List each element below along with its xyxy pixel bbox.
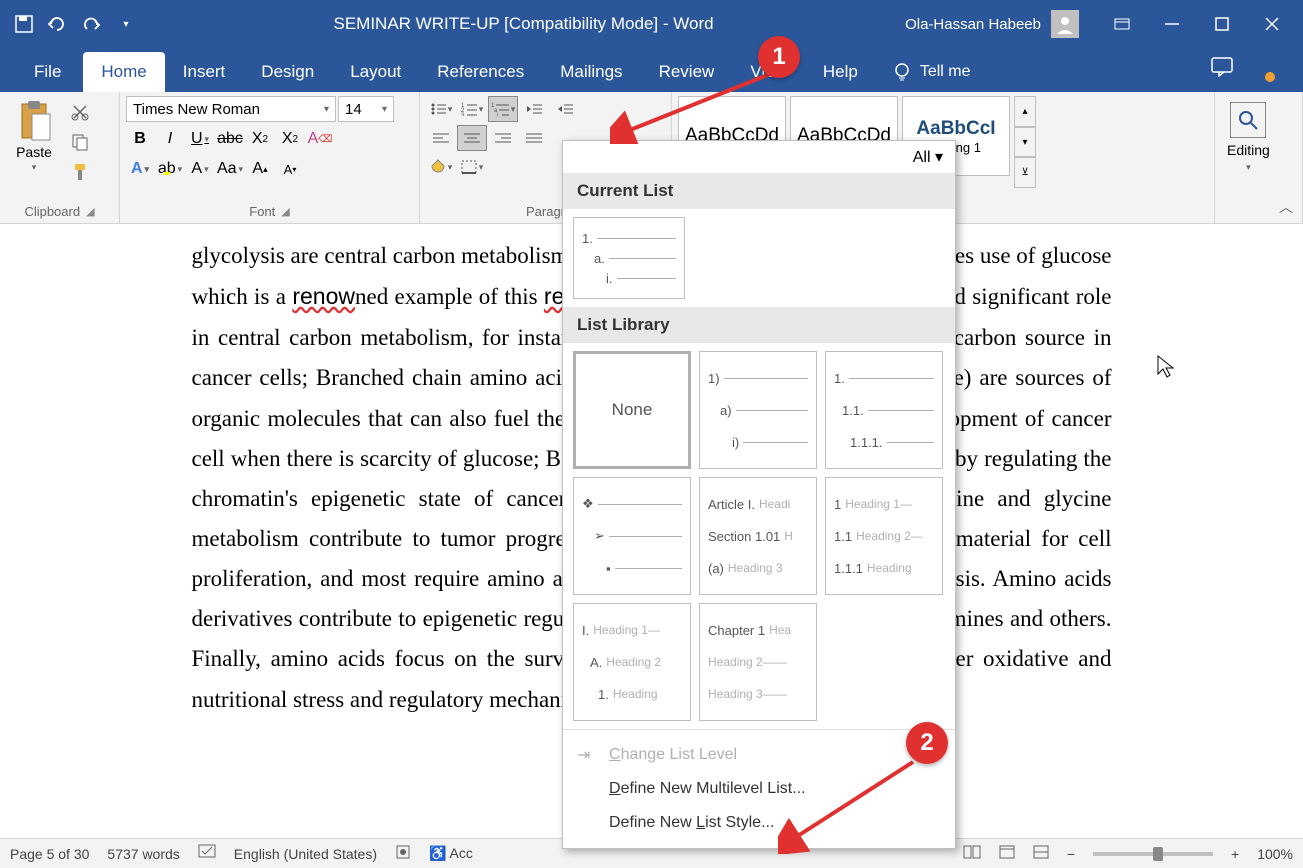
list-decimal[interactable]: 1. 1.1. 1.1.1.	[825, 351, 943, 469]
zoom-in-button[interactable]: +	[1231, 846, 1239, 862]
undo-button[interactable]	[42, 8, 74, 40]
align-right-button[interactable]	[488, 125, 518, 151]
annotation-arrow-2	[778, 754, 928, 854]
align-left-button[interactable]	[426, 125, 456, 151]
tab-design[interactable]: Design	[243, 52, 332, 92]
page-indicator[interactable]: Page 5 of 30	[10, 846, 89, 862]
list-chapter[interactable]: Chapter 1 Hea Heading 2—— Heading 3——	[699, 603, 817, 721]
justify-button[interactable]	[519, 125, 549, 151]
lightbulb-icon	[892, 62, 912, 82]
superscript-button[interactable]: X2	[276, 126, 304, 152]
collapse-ribbon-button[interactable]: ︿	[1279, 197, 1293, 217]
tab-help[interactable]: Help	[805, 52, 876, 92]
change-case-button[interactable]: Aa	[216, 156, 244, 182]
list-none[interactable]: None	[573, 351, 691, 469]
svg-text:3: 3	[461, 113, 465, 116]
ribbon-display-icon[interactable]	[1099, 8, 1145, 40]
editing-button[interactable]: Editing ▾	[1221, 96, 1276, 221]
annotation-badge-2: 2	[906, 722, 948, 764]
font-launcher[interactable]: ◢	[281, 205, 289, 218]
view-print-icon[interactable]	[999, 845, 1015, 862]
tab-references[interactable]: References	[419, 52, 542, 92]
title-bar: ▾ SEMINAR WRITE-UP [Compatibility Mode] …	[0, 0, 1303, 48]
qat-customize[interactable]: ▾	[110, 8, 142, 40]
list-bullets[interactable]: ❖ ➢ ▪	[573, 477, 691, 595]
styles-scroll-down[interactable]: ▾	[1014, 127, 1036, 158]
spellcheck-icon[interactable]	[198, 844, 216, 863]
strikethrough-button[interactable]: abc	[216, 126, 244, 152]
current-list-item[interactable]: 1. a. i.	[573, 217, 685, 299]
align-center-button[interactable]	[457, 125, 487, 151]
tab-home[interactable]: Home	[83, 52, 164, 92]
numbering-button[interactable]: 123	[457, 96, 487, 122]
comments-icon[interactable]	[1195, 47, 1249, 92]
font-color-button[interactable]: A	[186, 156, 214, 182]
save-icon[interactable]	[8, 8, 40, 40]
tab-file[interactable]: File	[12, 52, 83, 92]
search-icon	[1230, 102, 1266, 138]
pending-indicator	[1249, 62, 1291, 92]
shrink-font-button[interactable]: A▾	[276, 156, 304, 182]
maximize-button[interactable]	[1199, 8, 1245, 40]
styles-scroll-up[interactable]: ▴	[1014, 96, 1036, 127]
list-library-header: List Library	[563, 307, 955, 343]
font-group: Times New Roman▾ 14▾ B I U abc X2 X2 A⌫ …	[120, 92, 420, 223]
multilevel-list-button[interactable]: 1ai	[488, 96, 518, 122]
annotation-badge-1: 1	[758, 36, 800, 78]
zoom-out-button[interactable]: −	[1067, 846, 1075, 862]
text-effects-button[interactable]: A	[126, 156, 154, 182]
accessibility-icon[interactable]: ♿ Acc	[429, 845, 473, 862]
close-button[interactable]	[1249, 8, 1295, 40]
paste-icon	[16, 100, 52, 142]
italic-button[interactable]: I	[156, 126, 184, 152]
underline-button[interactable]: U	[186, 126, 214, 152]
list-paren[interactable]: 1) a) i)	[699, 351, 817, 469]
font-name-combo[interactable]: Times New Roman▾	[126, 96, 336, 122]
tab-layout[interactable]: Layout	[332, 52, 419, 92]
increase-indent-button[interactable]	[550, 96, 580, 122]
macro-icon[interactable]	[395, 844, 411, 863]
font-size-combo[interactable]: 14▾	[338, 96, 394, 122]
user-name: Ola-Hassan Habeeb	[905, 16, 1041, 33]
shading-button[interactable]	[426, 154, 456, 180]
mouse-cursor-icon	[1156, 354, 1176, 386]
clear-formatting-button[interactable]: A⌫	[306, 126, 334, 152]
indent-icon: ⇥	[577, 745, 590, 765]
user-avatar[interactable]	[1051, 10, 1079, 38]
clipboard-group: Paste ▾ Clipboard◢	[0, 92, 120, 223]
decrease-indent-button[interactable]	[519, 96, 549, 122]
bold-button[interactable]: B	[126, 126, 154, 152]
view-read-icon[interactable]	[963, 845, 981, 862]
redo-button[interactable]	[76, 8, 108, 40]
bullets-button[interactable]	[426, 96, 456, 122]
list-numeric-heading[interactable]: 1 Heading 1— 1.1 Heading 2— 1.1.1 Headin…	[825, 477, 943, 595]
highlight-button[interactable]: ab	[156, 156, 184, 182]
list-roman-heading[interactable]: I.Heading 1— A.Heading 2 1.Heading	[573, 603, 691, 721]
word-count[interactable]: 5737 words	[107, 846, 179, 862]
grow-font-button[interactable]: A▴	[246, 156, 274, 182]
clipboard-launcher[interactable]: ◢	[86, 205, 94, 218]
svg-text:i: i	[497, 113, 498, 116]
borders-button[interactable]	[457, 154, 487, 180]
copy-button[interactable]	[66, 130, 94, 154]
format-painter-button[interactable]	[66, 160, 94, 184]
tab-insert[interactable]: Insert	[165, 52, 244, 92]
language-indicator[interactable]: English (United States)	[234, 846, 377, 862]
view-web-icon[interactable]	[1033, 845, 1049, 862]
subscript-button[interactable]: X2	[246, 126, 274, 152]
multilevel-list-dropdown: All ▾ Current List 1. a. i. List Library…	[562, 140, 956, 849]
tell-me[interactable]: Tell me	[876, 52, 987, 92]
styles-expand[interactable]: ⊻	[1014, 157, 1036, 188]
zoom-level[interactable]: 100%	[1257, 846, 1293, 862]
current-list-header: Current List	[563, 173, 955, 209]
dropdown-filter-all[interactable]: All ▾	[913, 147, 943, 167]
annotation-arrow-1	[610, 64, 780, 144]
cut-button[interactable]	[66, 100, 94, 124]
zoom-slider[interactable]	[1093, 852, 1213, 856]
window-title: SEMINAR WRITE-UP [Compatibility Mode] - …	[142, 14, 905, 34]
paste-button[interactable]: Paste ▾	[6, 96, 62, 202]
minimize-button[interactable]	[1149, 8, 1195, 40]
list-article[interactable]: Article I.Headi Section 1.01H (a)Heading…	[699, 477, 817, 595]
